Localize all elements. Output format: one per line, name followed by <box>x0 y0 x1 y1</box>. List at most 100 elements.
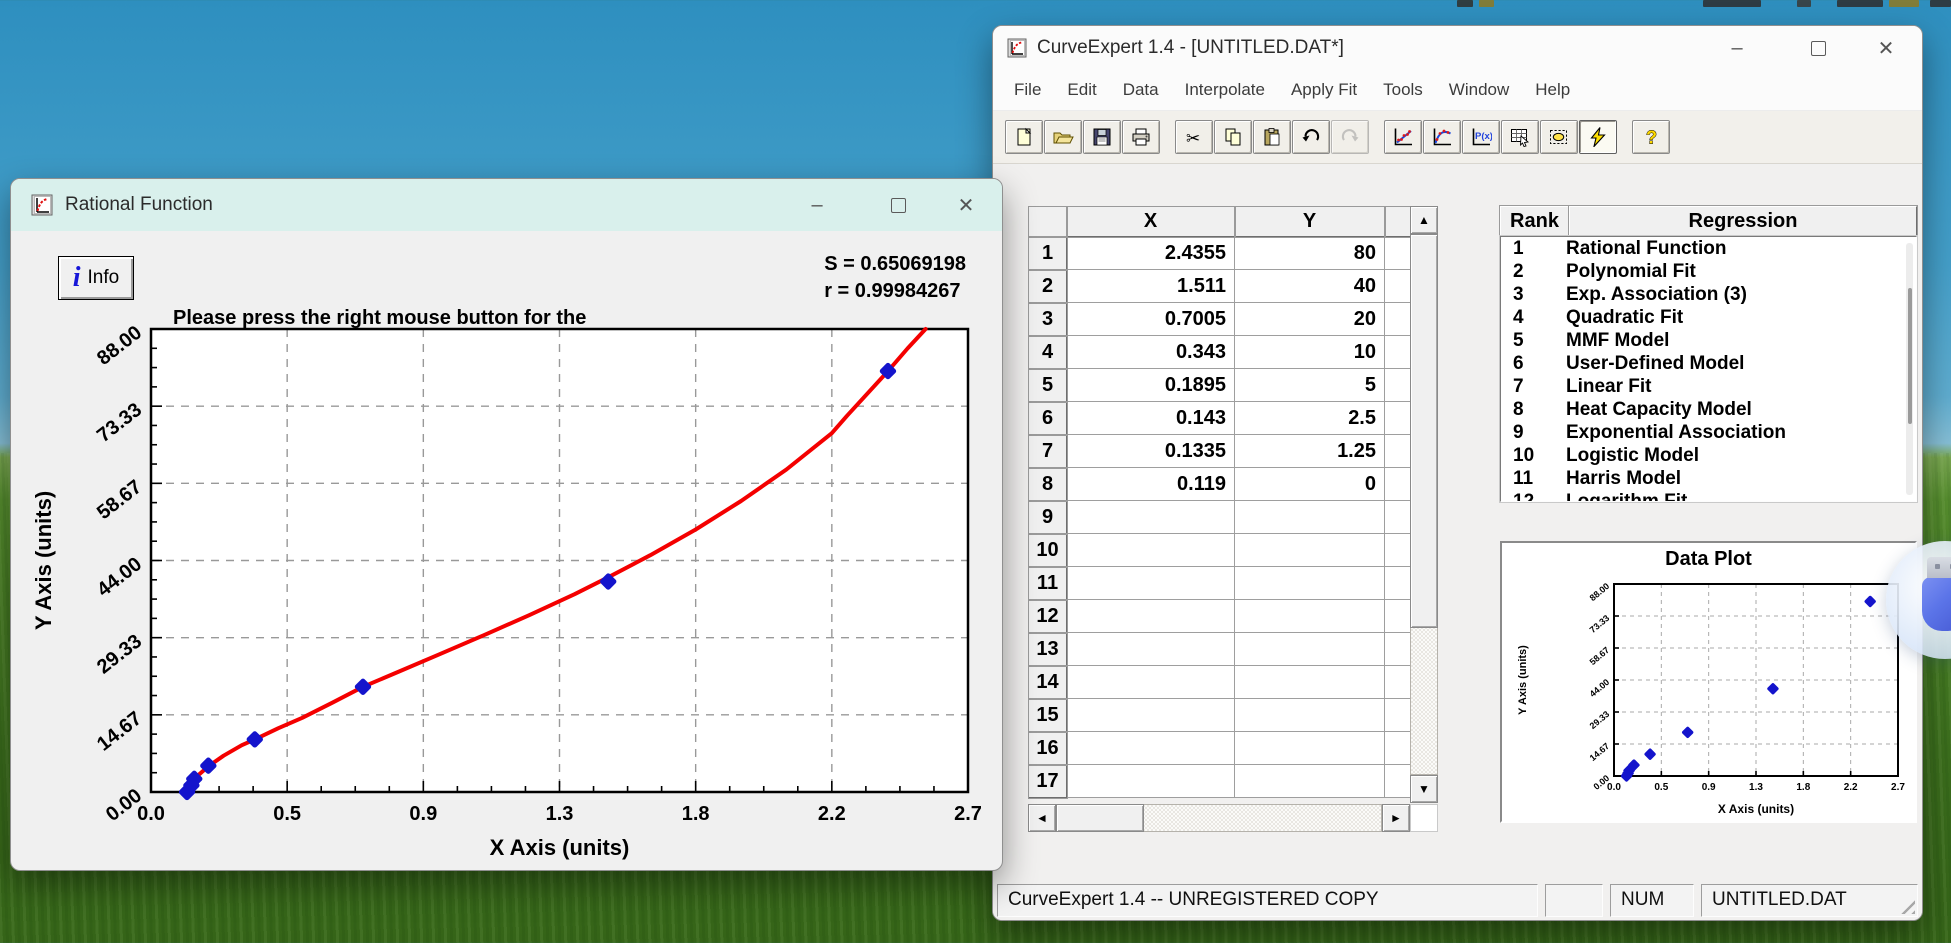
regression-column-header[interactable]: Regression <box>1568 205 1918 237</box>
cell-partial[interactable] <box>1384 599 1411 633</box>
row-header[interactable]: 3 <box>1027 301 1068 337</box>
row-header[interactable]: 17 <box>1027 763 1068 799</box>
row-header[interactable]: 6 <box>1027 400 1068 436</box>
rank-item-11[interactable]: 11 Harris Model <box>1501 467 1916 490</box>
resize-grip[interactable] <box>1895 894 1915 914</box>
rank-item-7[interactable]: 7 Linear Fit <box>1501 375 1916 398</box>
cell-x[interactable] <box>1066 665 1235 699</box>
open-button[interactable] <box>1044 120 1082 154</box>
cell-x[interactable] <box>1066 632 1235 666</box>
cell-y[interactable] <box>1234 764 1385 798</box>
rank-item-8[interactable]: 8 Heat Capacity Model <box>1501 398 1916 421</box>
cell-x[interactable]: 0.343 <box>1066 335 1235 369</box>
rank-item-4[interactable]: 4 Quadratic Fit <box>1501 306 1916 329</box>
new-button[interactable] <box>1005 120 1043 154</box>
cell-y[interactable]: 40 <box>1234 269 1385 303</box>
cell-partial[interactable] <box>1384 236 1411 270</box>
cell-partial[interactable] <box>1384 467 1411 501</box>
cell-partial[interactable] <box>1384 665 1411 699</box>
cell-partial[interactable] <box>1384 269 1411 303</box>
maximize-button[interactable] <box>1790 26 1846 70</box>
cut-button[interactable]: ✂ <box>1175 120 1213 154</box>
row-header[interactable]: 12 <box>1027 598 1068 634</box>
cell-partial[interactable] <box>1384 632 1411 666</box>
rank-item-1[interactable]: 1 Rational Function <box>1501 237 1916 260</box>
row-header[interactable]: 14 <box>1027 664 1068 700</box>
run-all-fits-button[interactable] <box>1579 120 1617 154</box>
cell-x[interactable]: 0.119 <box>1066 467 1235 501</box>
table-scroll-down-button[interactable]: ▼ <box>1410 775 1438 803</box>
row-header[interactable]: 1 <box>1027 235 1068 271</box>
row-header[interactable]: 7 <box>1027 433 1068 469</box>
fit-window-titlebar[interactable]: Rational Function – ✕ <box>11 179 1002 231</box>
cell-partial[interactable] <box>1384 302 1411 336</box>
polynomial-fit-button[interactable]: P(x) <box>1462 120 1500 154</box>
row-header[interactable]: 15 <box>1027 697 1068 733</box>
table-scroll-right-button[interactable]: ► <box>1382 804 1410 832</box>
undo-button[interactable] <box>1292 120 1330 154</box>
cell-x[interactable]: 1.511 <box>1066 269 1235 303</box>
cell-partial[interactable] <box>1384 434 1411 468</box>
curveexpert-titlebar[interactable]: CurveExpert 1.4 - [UNTITLED.DAT*] – ✕ <box>993 26 1922 70</box>
save-button[interactable] <box>1083 120 1121 154</box>
linear-fit-button[interactable] <box>1384 120 1422 154</box>
cell-partial[interactable] <box>1384 764 1411 798</box>
cell-y[interactable] <box>1234 566 1385 600</box>
rank-item-9[interactable]: 9 Exponential Association <box>1501 421 1916 444</box>
row-header[interactable]: 16 <box>1027 730 1068 766</box>
table-corner-header[interactable] <box>1027 205 1068 238</box>
cell-x[interactable] <box>1066 698 1235 732</box>
fit-plot[interactable]: 0.0 0.5 0.9 1.3 1.8 2.2 2.7 0.00 14.67 29.33 44.00… <box>11 299 1002 870</box>
column-header-partial[interactable] <box>1383 205 1412 238</box>
row-header[interactable]: 2 <box>1027 268 1068 304</box>
rank-item-3[interactable]: 3 Exp. Association (3) <box>1501 283 1916 306</box>
menu-item-tools[interactable]: Tools <box>1370 74 1436 106</box>
menu-item-help[interactable]: Help <box>1522 74 1583 106</box>
menu-item-apply-fit[interactable]: Apply Fit <box>1278 74 1370 106</box>
rank-item-6[interactable]: 6 User-Defined Model <box>1501 352 1916 375</box>
table-vertical-scroll-thumb[interactable] <box>1410 234 1438 628</box>
row-header[interactable]: 5 <box>1027 367 1068 403</box>
cell-y[interactable] <box>1234 698 1385 732</box>
cell-partial[interactable] <box>1384 500 1411 534</box>
cell-x[interactable] <box>1066 764 1235 798</box>
cell-x[interactable] <box>1066 533 1235 567</box>
cell-x[interactable] <box>1066 500 1235 534</box>
cell-y[interactable]: 2.5 <box>1234 401 1385 435</box>
menu-item-data[interactable]: Data <box>1110 74 1172 106</box>
row-header[interactable]: 13 <box>1027 631 1068 667</box>
row-header[interactable]: 9 <box>1027 499 1068 535</box>
rank-item-10[interactable]: 10 Logistic Model <box>1501 444 1916 467</box>
menu-item-interpolate[interactable]: Interpolate <box>1172 74 1278 106</box>
cell-x[interactable]: 0.1895 <box>1066 368 1235 402</box>
row-header[interactable]: 4 <box>1027 334 1068 370</box>
cell-x[interactable]: 0.1335 <box>1066 434 1235 468</box>
cell-y[interactable]: 1.25 <box>1234 434 1385 468</box>
redo-button[interactable] <box>1331 120 1369 154</box>
cell-x[interactable] <box>1066 599 1235 633</box>
row-header[interactable]: 11 <box>1027 565 1068 601</box>
info-button[interactable]: i Info <box>58 256 134 300</box>
rank-list-scrollbar[interactable] <box>1906 243 1913 495</box>
cell-partial[interactable] <box>1384 368 1411 402</box>
cell-y[interactable]: 10 <box>1234 335 1385 369</box>
cell-y[interactable] <box>1234 533 1385 567</box>
menu-item-edit[interactable]: Edit <box>1054 74 1109 106</box>
row-header[interactable]: 10 <box>1027 532 1068 568</box>
close-button[interactable]: ✕ <box>1858 26 1914 70</box>
cell-partial[interactable] <box>1384 401 1411 435</box>
mini-data-plot[interactable]: 0.0 0.5 0.9 1.3 1.8 2.2 2.7 0.00 14.67 29.33 44.00… <box>1502 567 1919 821</box>
curve-fit-button[interactable] <box>1423 120 1461 154</box>
cell-partial[interactable] <box>1384 698 1411 732</box>
rank-list-scroll-thumb[interactable] <box>1907 288 1912 425</box>
fit-maximize-button[interactable] <box>870 179 926 231</box>
cell-y[interactable]: 80 <box>1234 236 1385 270</box>
menu-item-file[interactable]: File <box>1001 74 1054 106</box>
cell-y[interactable] <box>1234 731 1385 765</box>
table-scroll-up-button[interactable]: ▲ <box>1410 206 1438 234</box>
cell-y[interactable] <box>1234 632 1385 666</box>
cell-partial[interactable] <box>1384 731 1411 765</box>
row-header[interactable]: 8 <box>1027 466 1068 502</box>
print-button[interactable] <box>1122 120 1160 154</box>
cell-y[interactable]: 20 <box>1234 302 1385 336</box>
